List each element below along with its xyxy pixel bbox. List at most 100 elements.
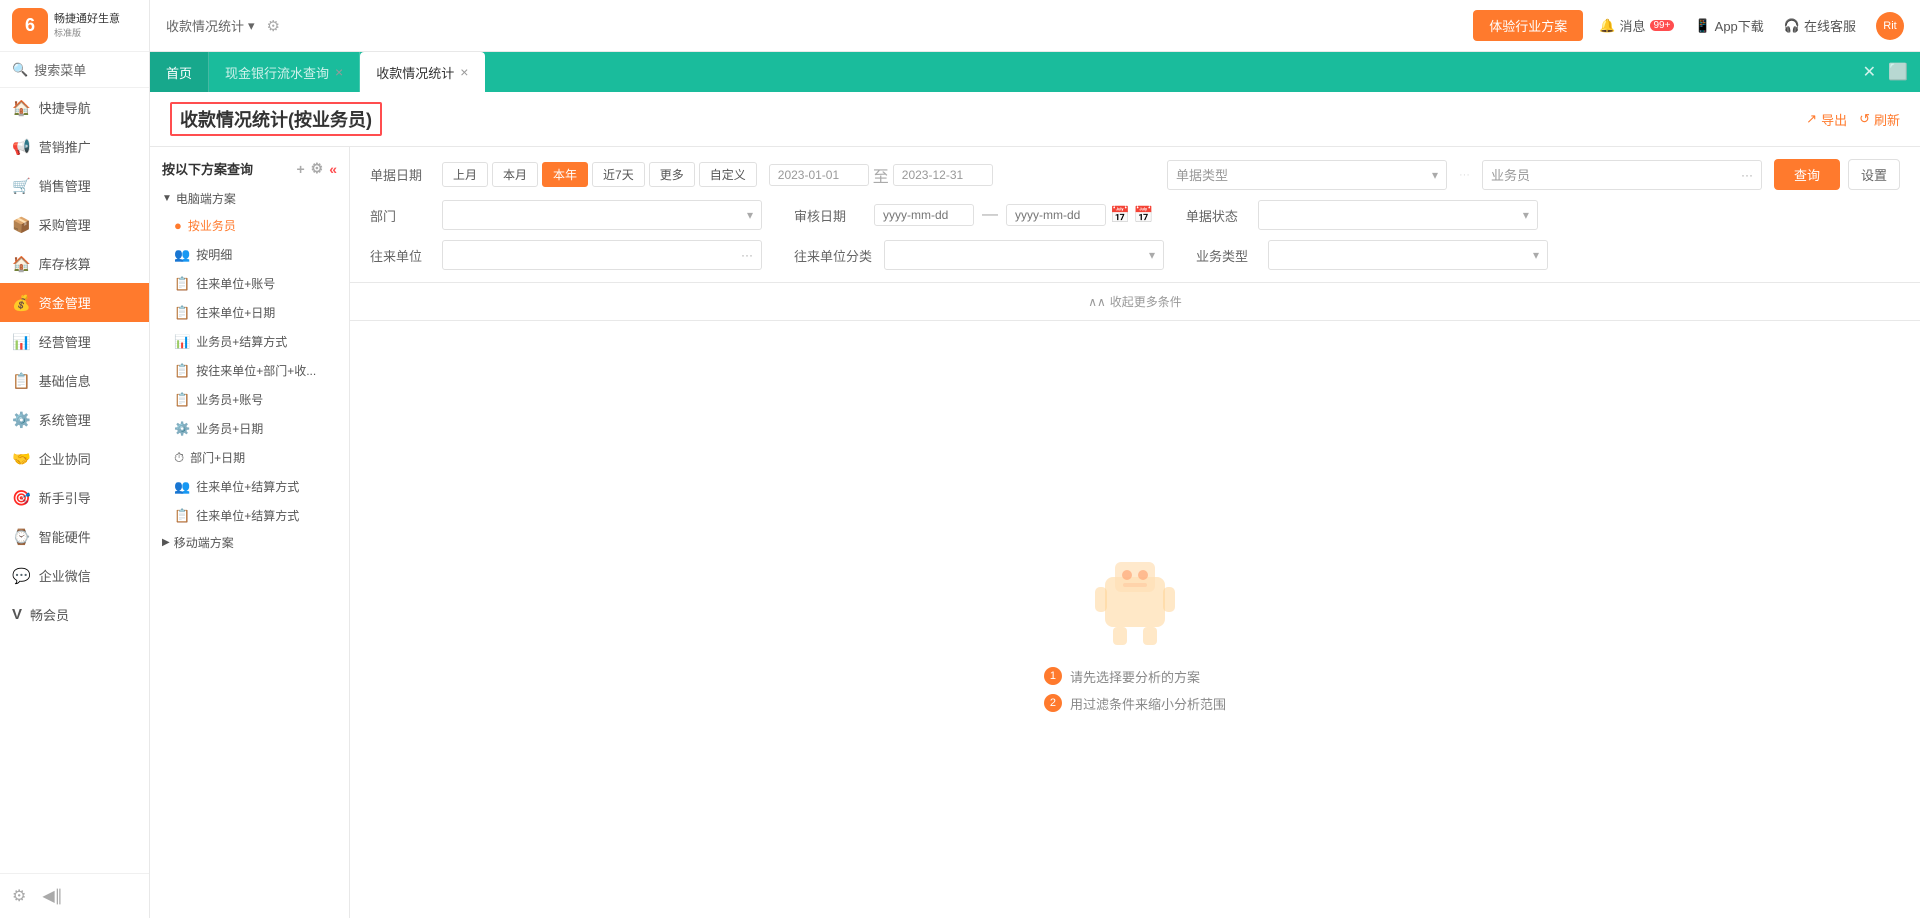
query-button[interactable]: 查询 [1774,159,1840,190]
scheme-header-icons: + ⚙ « [296,160,337,177]
sidebar-item-label: 智能硬件 [39,527,91,546]
partner-select[interactable]: ··· [442,240,762,270]
maximize-window-icon[interactable]: ⬜ [1888,62,1908,82]
scheme-item-by-salesperson[interactable]: ● 按业务员 [150,211,349,240]
biz-type-arrow-icon: ▾ [1533,248,1539,262]
footer-collapse-icon[interactable]: ◀∥ [42,886,62,906]
dept-select[interactable]: ▾ [442,200,762,230]
collapse-button[interactable]: ∧∧ 收起更多条件 [1088,293,1182,310]
biz-type-select[interactable]: ▾ [1268,240,1548,270]
salesperson-select[interactable]: 业务员 ··· [1482,160,1762,190]
online-service-item[interactable]: 🎧 在线客服 [1784,16,1856,35]
salesperson-icon: ● [174,218,182,233]
settings-button[interactable]: 设置 [1848,159,1900,190]
doc-type-select[interactable]: 单据类型 ▾ [1167,160,1447,190]
scheme-item-partner-method2[interactable]: 📋 往来单位+结算方式 [150,501,349,530]
search-menu-item[interactable]: 🔍 搜索菜单 [0,52,149,88]
tab-home[interactable]: 首页 [150,52,209,92]
notification-item[interactable]: 🔔 消息 99+ [1599,16,1674,35]
date-separator: 至 [873,163,889,187]
mobile-group-arrow: ▶ [162,537,170,548]
review-date-range: — 📅 📅 [874,204,1154,226]
detail-icon: 👥 [174,247,190,263]
partner-label: 往来单位 [370,246,430,265]
wechat-icon: 💬 [12,567,31,585]
sidebar-item-system[interactable]: ⚙️ 系统管理 [0,400,149,439]
tab-receipt[interactable]: 收款情况统计 × [360,52,485,92]
date-to-input[interactable] [893,164,993,186]
date-btn-last7[interactable]: 近7天 [592,162,645,187]
refresh-button[interactable]: ↺ 刷新 [1859,110,1900,129]
salesperson-method-icon: 📊 [174,334,190,350]
scheme-add-icon[interactable]: + [296,161,304,177]
sidebar-item-finance[interactable]: 💰 资金管理 [0,283,149,322]
salesperson-date-icon: ⚙️ [174,421,190,437]
headset-icon: 🎧 [1784,18,1800,34]
sidebar-item-marketing[interactable]: 📢 营销推广 [0,127,149,166]
scheme-collapse-icon[interactable]: « [329,161,337,177]
sidebar-item-guide[interactable]: 🎯 新手引导 [0,478,149,517]
scheme-group-mobile[interactable]: ▶ 移动端方案 [150,530,349,555]
settings-icon[interactable]: ⚙ [267,17,280,35]
date-selector: 上月 本月 本年 近7天 更多 自定义 至 [442,162,1155,187]
operations-icon: 📊 [12,333,31,351]
sidebar-item-basic[interactable]: 📋 基础信息 [0,361,149,400]
scheme-settings-icon[interactable]: ⚙ [311,160,324,177]
sidebar-item-enterprise[interactable]: 🤝 企业协同 [0,439,149,478]
app-download-item[interactable]: 📱 App下载 [1694,16,1763,35]
desktop-group-label: 电脑端方案 [176,190,236,207]
scheme-item-salesperson-method[interactable]: 📊 业务员+结算方式 [150,327,349,356]
sidebar-item-wechat[interactable]: 💬 企业微信 [0,556,149,595]
scheme-item-salesperson-account[interactable]: 📋 业务员+账号 [150,385,349,414]
trial-button[interactable]: 体验行业方案 [1473,10,1583,41]
scheme-item-by-detail[interactable]: 👥 按明细 [150,240,349,269]
date-btn-last-month[interactable]: 上月 [442,162,488,187]
scheme-item-partner-method1[interactable]: 👥 往来单位+结算方式 [150,472,349,501]
guide-icon: 🎯 [12,489,31,507]
date-btn-more[interactable]: 更多 [649,162,695,187]
sidebar-item-sales[interactable]: 🛒 销售管理 [0,166,149,205]
calendar-to-icon[interactable]: 📅 [1134,205,1154,225]
sidebar-item-quicknav[interactable]: 🏠 快捷导航 [0,88,149,127]
notification-badge: 99+ [1650,20,1675,31]
sidebar-item-hardware[interactable]: ⌚ 智能硬件 [0,517,149,556]
scheme-item-label: 业务员+日期 [196,420,337,437]
tip-num-2: 2 [1044,694,1062,712]
mobile-group-label: 移动端方案 [174,534,234,551]
logo-text: 畅捷通好生意 [54,12,120,26]
export-button[interactable]: ↗ 导出 [1806,110,1847,129]
scheme-item-label: 按明细 [196,246,337,263]
user-avatar[interactable]: Rit [1876,12,1904,40]
partner-category-select[interactable]: ▾ [884,240,1164,270]
scheme-item-salesperson-date[interactable]: ⚙️ 业务员+日期 [150,414,349,443]
doc-status-select[interactable]: ▾ [1258,200,1538,230]
tab-receipt-close[interactable]: × [460,64,468,80]
calendar-from-icon[interactable]: 📅 [1110,205,1130,225]
tab-bank[interactable]: 现金银行流水查询 × [209,52,360,92]
scheme-item-label: 往来单位+日期 [196,304,337,321]
review-date-to-input[interactable] [1006,204,1106,226]
date-from-input[interactable] [769,164,869,186]
close-window-icon[interactable]: ✕ [1863,62,1876,82]
scheme-item-partner-date[interactable]: 📋 往来单位+日期 [150,298,349,327]
sidebar-item-member[interactable]: V 畅会员 [0,595,149,634]
review-date-from-input[interactable] [874,204,974,226]
date-btn-custom[interactable]: 自定义 [699,162,757,187]
empty-tip-1: 1 请先选择要分析的方案 [1044,667,1226,686]
empty-state-area: 1 请先选择要分析的方案 2 用过滤条件来缩小分析范围 [350,321,1920,918]
date-btn-this-month[interactable]: 本月 [492,162,538,187]
scheme-item-dept-date[interactable]: ⏱ 部门+日期 [150,443,349,472]
sidebar-item-purchase[interactable]: 📦 采购管理 [0,205,149,244]
sidebar-item-label: 库存核算 [39,254,91,273]
sidebar-item-operations[interactable]: 📊 经营管理 [0,322,149,361]
date-btn-this-year[interactable]: 本年 [542,162,588,187]
logo-icon: 6 [12,8,48,44]
sidebar-item-inventory[interactable]: 🏠 库存核算 [0,244,149,283]
page-title: 收款情况统计(按业务员) [170,102,382,136]
tab-bank-close[interactable]: × [335,64,343,80]
tab-bar: 首页 现金银行流水查询 × 收款情况统计 × ✕ ⬜ [150,52,1920,92]
scheme-item-partner-dept-receipt[interactable]: 📋 按往来单位+部门+收... [150,356,349,385]
footer-settings-icon[interactable]: ⚙ [12,886,26,906]
scheme-group-desktop[interactable]: ▼ 电脑端方案 [150,186,349,211]
scheme-item-partner-account[interactable]: 📋 往来单位+账号 [150,269,349,298]
